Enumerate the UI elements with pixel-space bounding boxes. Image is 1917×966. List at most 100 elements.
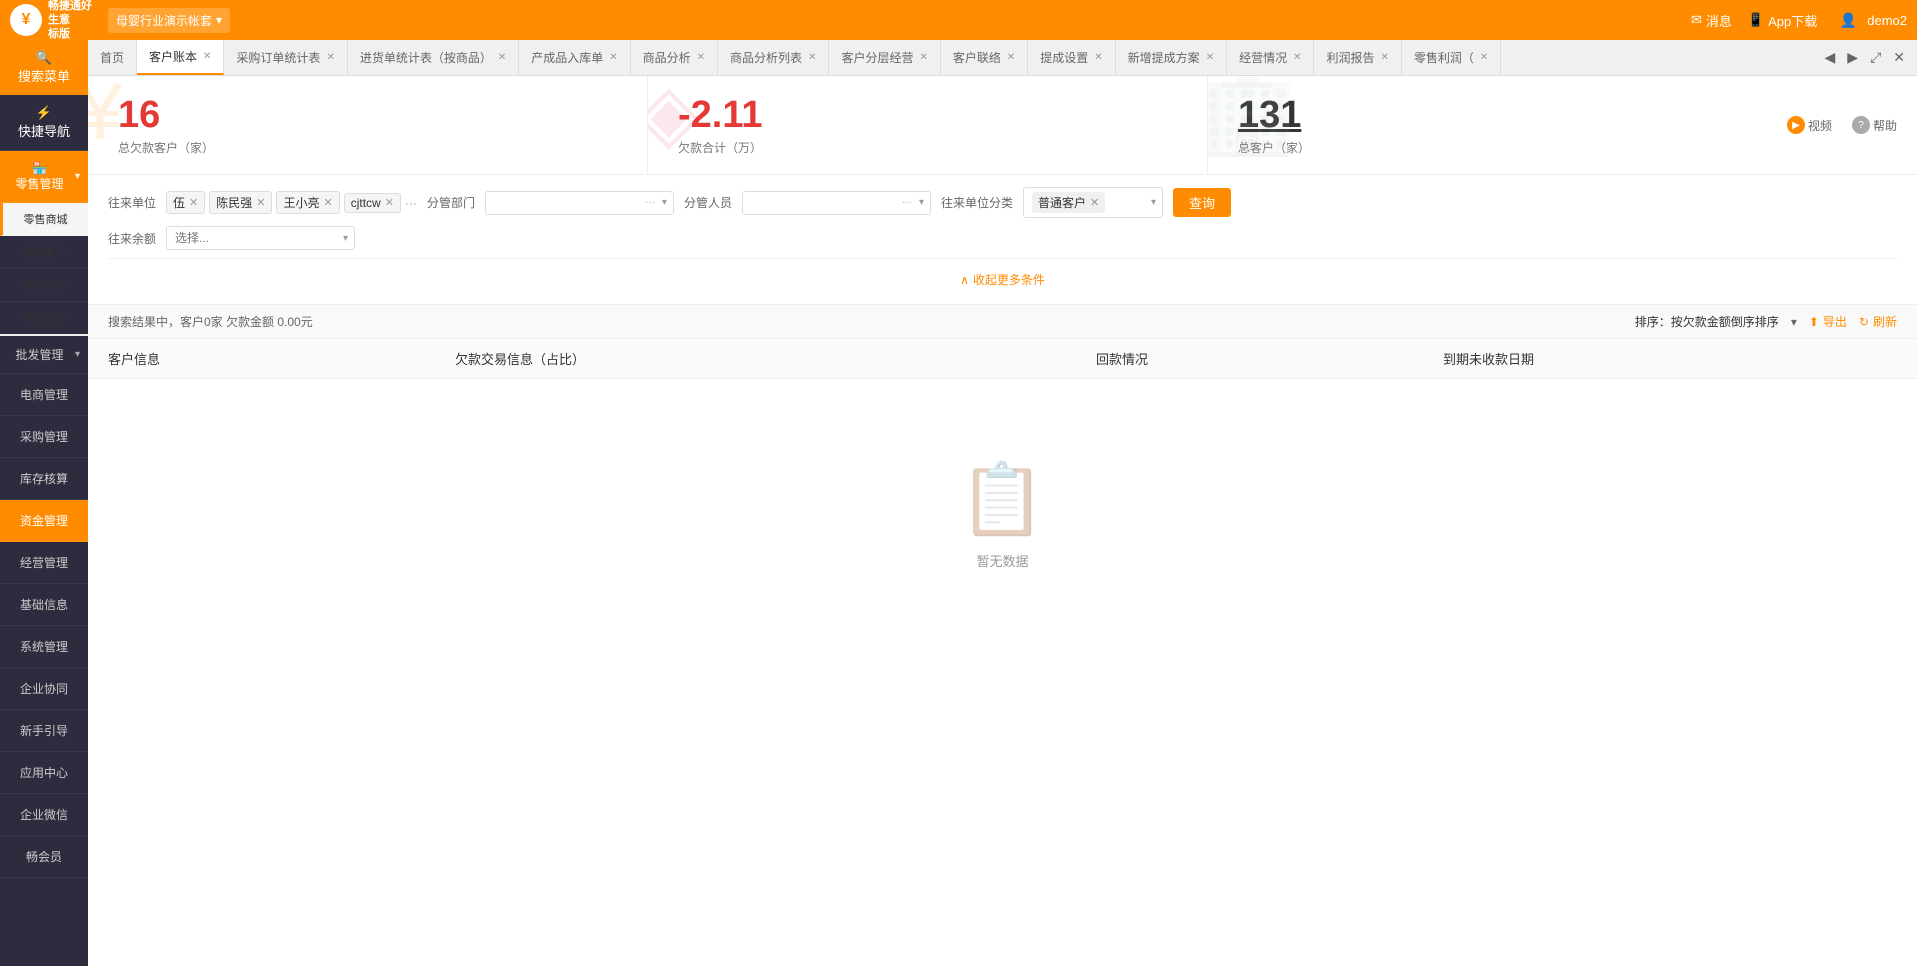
tab-profit-report[interactable]: 利润报告 ✕ (1314, 40, 1401, 75)
capital-label: 资金管理 (20, 512, 68, 529)
tab-customer-ledger-close[interactable]: ✕ (203, 51, 211, 62)
filter-section: 往来单位 伍 ✕ 陈民强 ✕ 王小亮 (88, 175, 1917, 305)
tab-retail-profit[interactable]: 零售利润（ ✕ (1402, 40, 1501, 75)
tab-purchase-order[interactable]: 采购订单统计表 ✕ (224, 40, 347, 75)
tab-new-commission-close[interactable]: ✕ (1206, 52, 1214, 63)
video-icon: ▶ (1787, 116, 1805, 134)
sidebar-item-purchase[interactable]: 采购管理 (0, 416, 88, 458)
filter-tag-chen-close[interactable]: ✕ (256, 196, 265, 209)
logo: ¥ 畅捷通好生意 标版 (10, 0, 98, 41)
sidebar-item-member[interactable]: 会员中心 (0, 269, 88, 302)
empty-icon: 📋 (959, 459, 1046, 541)
appcenter-label: 应用中心 (20, 764, 68, 781)
dept-input[interactable] (486, 192, 673, 214)
help-action-btn[interactable]: ? 帮助 (1852, 116, 1897, 134)
tab-customer-ledger[interactable]: 客户账本 ✕ (137, 40, 224, 75)
tab-retail-profit-close[interactable]: ✕ (1480, 52, 1488, 63)
tab-goods-analysis-list-close[interactable]: ✕ (808, 52, 816, 63)
sidebar-item-enterprise[interactable]: 企业协同 (0, 668, 88, 710)
unit-type-select-wrap[interactable]: 普通客户 ✕ ▾ (1023, 187, 1163, 218)
sidebar-item-capital[interactable]: 资金管理 (0, 500, 88, 542)
help-label: 帮助 (1873, 117, 1897, 134)
sidebar-item-retail-sub1[interactable]: 零售商城 (0, 203, 88, 236)
stat-debt: ◈ -2.11 欠款合计（万） (647, 76, 1207, 174)
sidebar-item-vip[interactable]: 畅会员 (0, 836, 88, 878)
retail-shop-label: 零售商城 (24, 211, 68, 227)
tab-customer-layer-close[interactable]: ✕ (919, 52, 927, 63)
tab-product-in-close[interactable]: ✕ (609, 52, 617, 63)
refresh-label: 刷新 (1873, 313, 1897, 330)
user-avatar[interactable]: 👤 demo2 (1833, 5, 1907, 35)
filter-tag-cjttcw-close[interactable]: ✕ (385, 196, 394, 209)
sidebar-item-newguide[interactable]: 新手引导 (0, 710, 88, 752)
nav-icon: ⚡ (0, 105, 88, 121)
video-label: 视频 (1808, 117, 1832, 134)
tab-goods-stats[interactable]: 进货单统计表（按商品） ✕ (348, 40, 519, 75)
tab-biz-situation[interactable]: 经营情况 ✕ (1227, 40, 1314, 75)
tab-home[interactable]: 首页 (88, 40, 137, 75)
basics-label: 基础信息 (20, 596, 68, 613)
collapse-btn[interactable]: ∧ 收起更多条件 (960, 267, 1045, 292)
sidebar-item-system[interactable]: 系统管理 (0, 626, 88, 668)
tab-next-btn[interactable]: ▶ (1843, 47, 1862, 68)
refresh-btn[interactable]: ↻ 刷新 (1859, 313, 1897, 330)
tab-goods-analysis-close[interactable]: ✕ (697, 52, 705, 63)
sidebar-nav[interactable]: ⚡ 快捷导航 (0, 95, 88, 151)
sidebar-item-marketing[interactable]: 营销推广 (0, 236, 88, 269)
sidebar-item-inventory[interactable]: 库存核算 (0, 458, 88, 500)
tab-profit-report-close[interactable]: ✕ (1381, 52, 1389, 63)
sidebar-nav-label: 快捷导航 (0, 121, 88, 140)
tab-retail-profit-label: 零售利润（ (1414, 49, 1474, 66)
tab-goods-analysis[interactable]: 商品分析 ✕ (631, 40, 718, 75)
wholesale-arrow-icon: ▾ (75, 349, 80, 360)
sidebar-item-ecommerce[interactable]: 电商管理 (0, 374, 88, 416)
tab-purchase-order-close[interactable]: ✕ (326, 52, 334, 63)
empty-text: 暂无数据 (976, 551, 1028, 570)
tab-prev-btn[interactable]: ◀ (1821, 47, 1840, 68)
sidebar-item-wechat[interactable]: 企业微信 (0, 794, 88, 836)
filter-tag-wang-close[interactable]: ✕ (324, 196, 333, 209)
tab-commission-setting[interactable]: 提成设置 ✕ (1028, 40, 1115, 75)
tab-close-all-btn[interactable]: ✕ (1889, 47, 1909, 68)
tab-product-in-label: 产成品入库单 (531, 49, 603, 66)
account-dropdown[interactable]: 母婴行业演示帐套 ▾ (108, 8, 230, 33)
sidebar-item-operations[interactable]: 经营管理 (0, 542, 88, 584)
app-download-btn[interactable]: 📱 App下载 (1748, 11, 1817, 30)
sidebar-item-appcenter[interactable]: 应用中心 (0, 752, 88, 794)
unit-type-tag-close[interactable]: ✕ (1090, 196, 1099, 209)
tab-expand-btn[interactable]: ⤢ (1866, 47, 1885, 68)
sidebar-search[interactable]: 🔍 搜索菜单 (0, 40, 88, 95)
filter-tag-wu-close[interactable]: ✕ (189, 196, 198, 209)
tab-biz-situation-label: 经营情况 (1239, 49, 1287, 66)
tab-product-in[interactable]: 产成品入库单 ✕ (519, 40, 630, 75)
collapse-icon: ∧ (960, 273, 969, 287)
results-bar: 搜索结果中，客户0家 欠款金额 0.00元 排序：按欠款金额倒序排序 ▾ ⬆ 导… (88, 305, 1917, 339)
export-btn[interactable]: ⬆ 导出 (1809, 313, 1847, 330)
dept-select-wrap[interactable]: ▾ ··· (485, 191, 674, 215)
sidebar-item-retail-stat[interactable]: 零售统计 (0, 302, 88, 336)
sidebar-item-retail[interactable]: 🏪 零售管理 ▾ (0, 151, 88, 203)
tab-customer-layer[interactable]: 客户分层经营 ✕ (829, 40, 940, 75)
person-select-wrap[interactable]: ▾ ··· (742, 191, 931, 215)
tab-goods-stats-close[interactable]: ✕ (498, 52, 506, 63)
tab-commission-setting-close[interactable]: ✕ (1094, 52, 1102, 63)
person-input[interactable] (743, 192, 930, 214)
tab-goods-analysis-list[interactable]: 商品分析列表 ✕ (718, 40, 829, 75)
message-btn[interactable]: ✉ 消息 (1691, 11, 1732, 30)
tab-new-commission[interactable]: 新增提成方案 ✕ (1116, 40, 1227, 75)
tab-biz-situation-close[interactable]: ✕ (1293, 52, 1301, 63)
export-icon: ⬆ (1809, 315, 1819, 329)
video-action-btn[interactable]: ▶ 视频 (1787, 116, 1832, 134)
sidebar-item-wholesale[interactable]: 批发管理 ▾ (0, 336, 88, 374)
tab-customer-contact-close[interactable]: ✕ (1007, 52, 1015, 63)
filter-more-btn[interactable]: ··· (405, 196, 417, 210)
balance-input[interactable] (167, 227, 354, 249)
balance-filter-label: 往来余额 (108, 230, 156, 247)
tab-new-commission-label: 新增提成方案 (1128, 49, 1200, 66)
sidebar-item-basics[interactable]: 基础信息 (0, 584, 88, 626)
search-btn[interactable]: 查询 (1173, 188, 1231, 217)
col-due-date: 到期未收款日期 (1423, 339, 1917, 379)
stat-deco-diamond: ◈ (647, 76, 700, 159)
balance-select-wrap[interactable]: ▾ (166, 226, 355, 250)
tab-customer-contact[interactable]: 客户联络 ✕ (941, 40, 1028, 75)
